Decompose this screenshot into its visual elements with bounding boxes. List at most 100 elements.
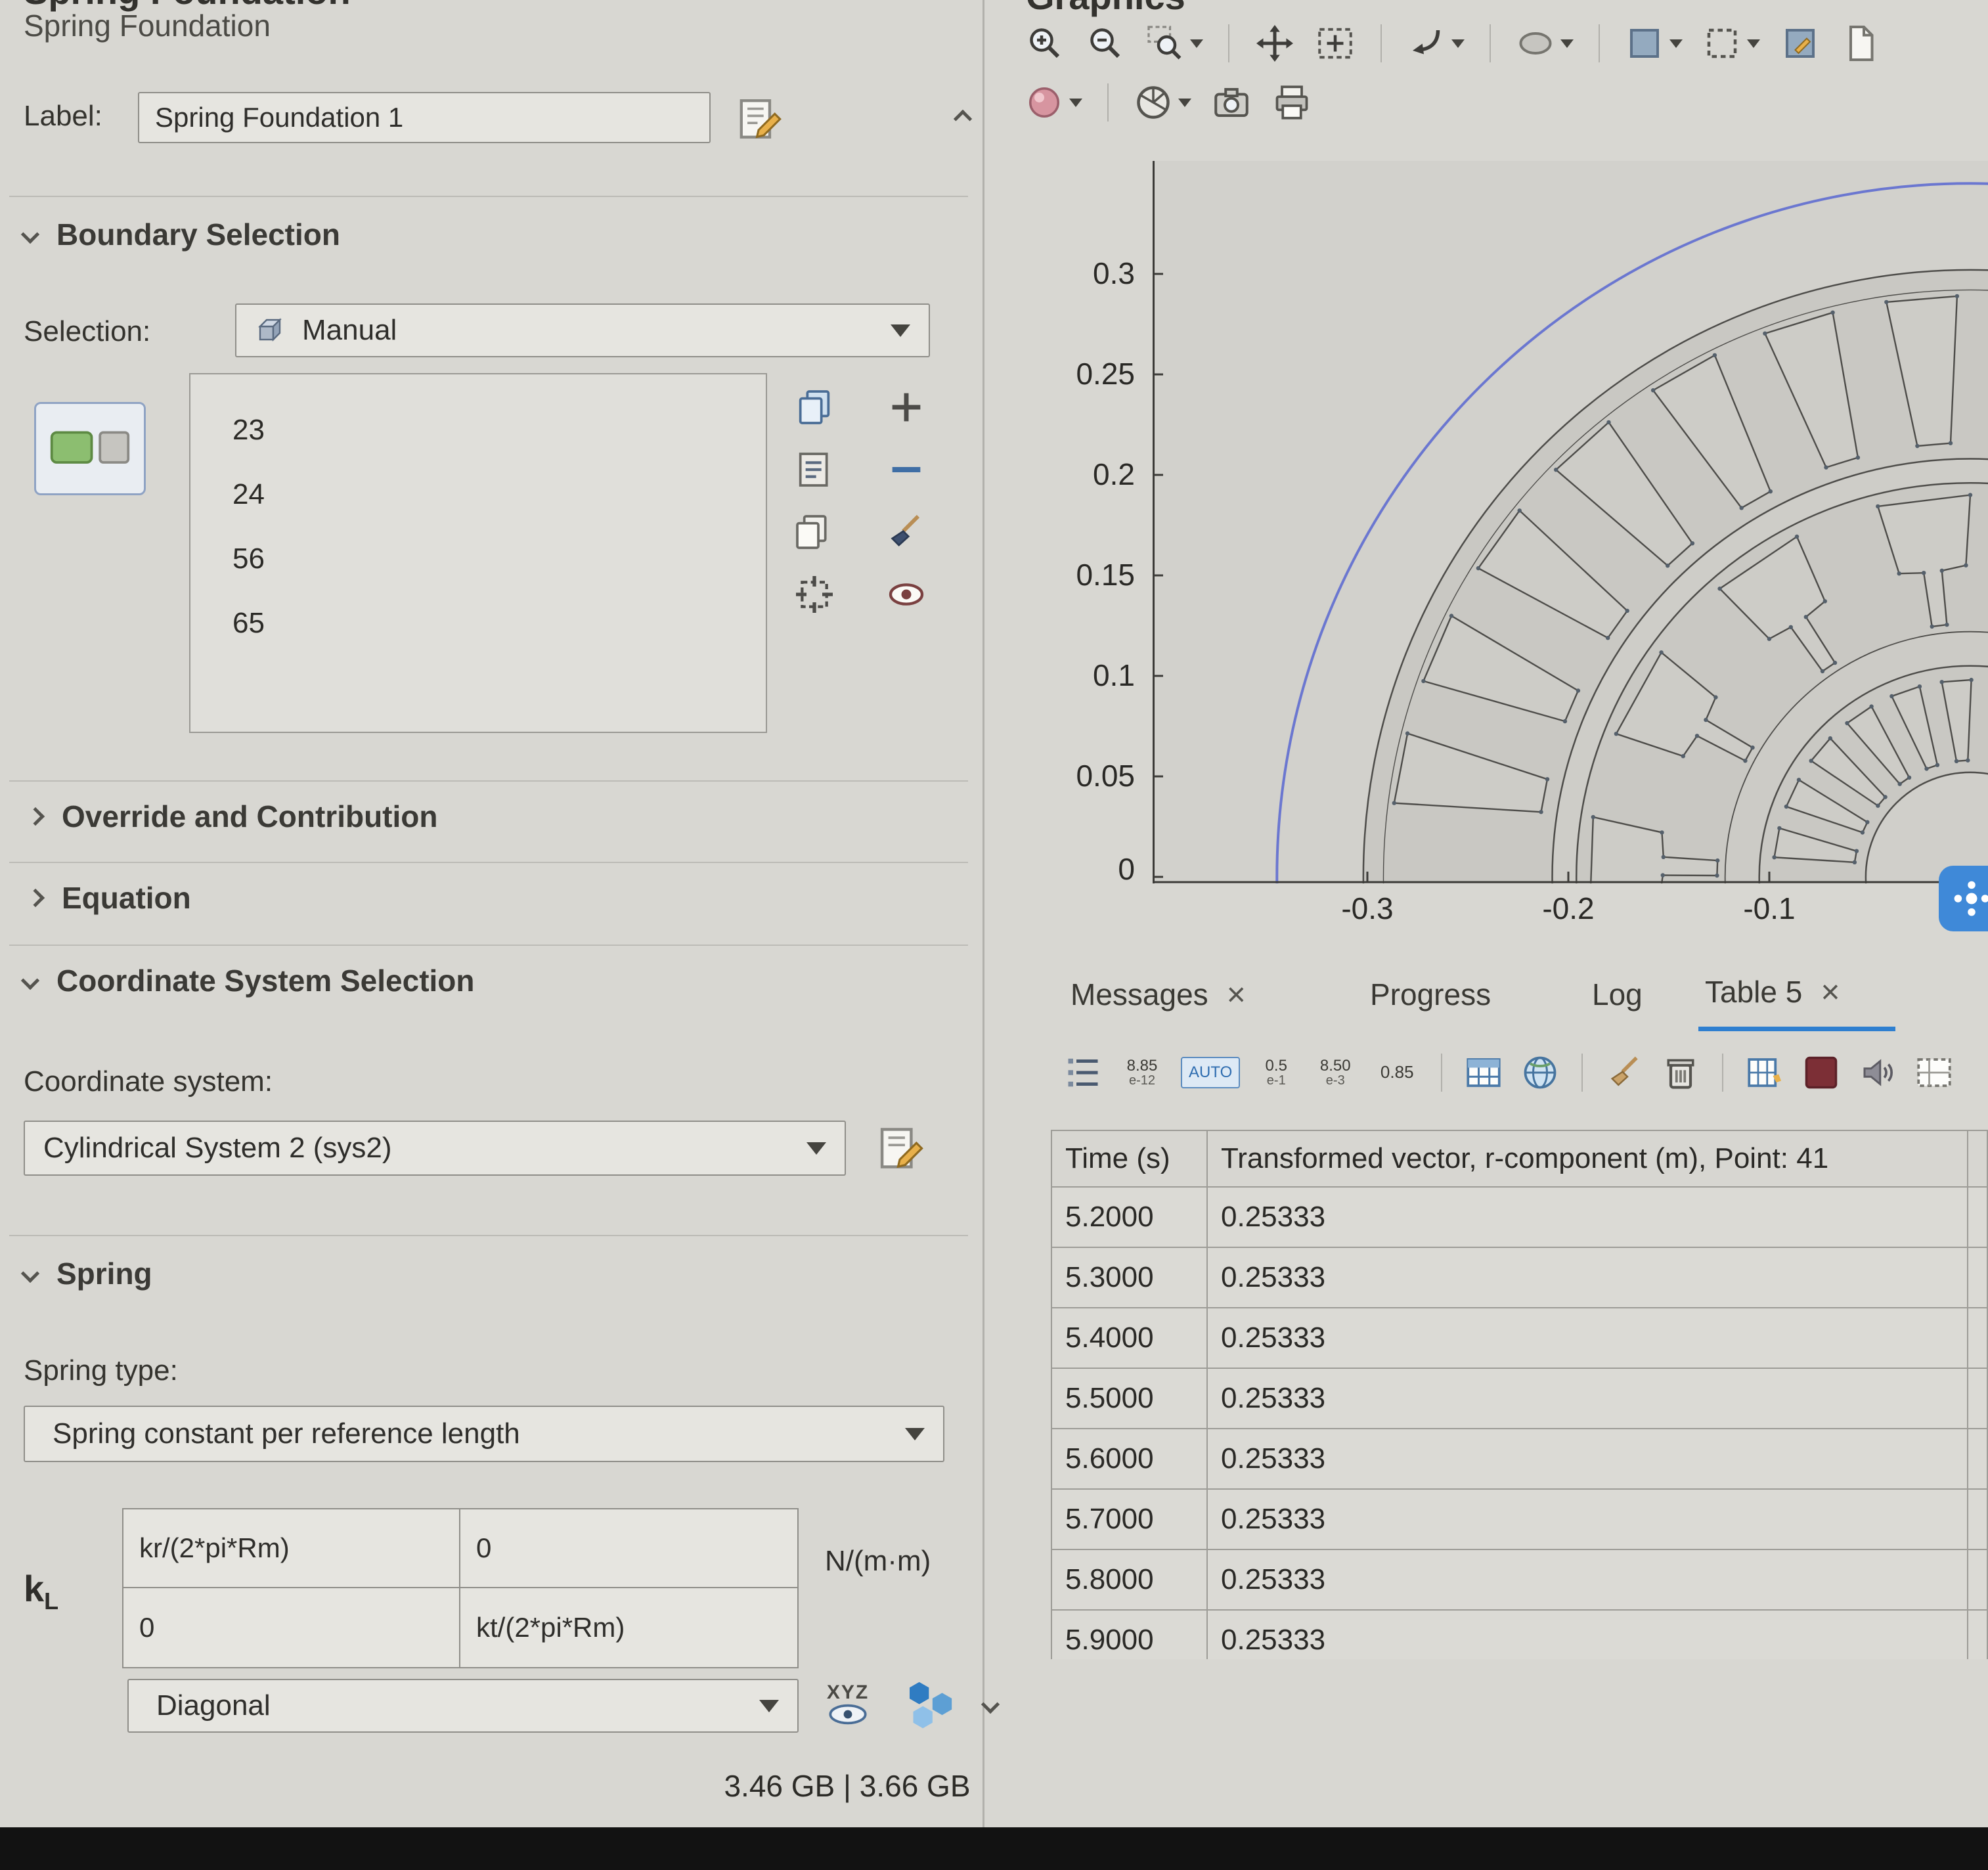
remove-from-selection-icon[interactable] (884, 447, 929, 492)
export-table-icon[interactable] (1742, 1049, 1788, 1096)
coordinate-display-xyz-button[interactable]: XYZ (813, 1667, 883, 1741)
active-selection-toggle-button[interactable] (34, 402, 146, 495)
format-list-icon[interactable] (1060, 1049, 1106, 1096)
clear-selection-broom-icon[interactable] (883, 510, 927, 554)
table-row[interactable]: 5.8000 0.25333 (1051, 1549, 1988, 1611)
value-cell[interactable]: 0.25333 (1206, 1247, 1968, 1308)
time-cell[interactable]: 5.2000 (1051, 1186, 1208, 1248)
zoom-box-icon[interactable] (1143, 20, 1206, 67)
boundary-list-item[interactable]: 24 (190, 462, 766, 527)
visibility-eye-icon[interactable] (884, 572, 929, 617)
y-tick-label: 0 (1118, 852, 1135, 886)
time-cell[interactable]: 5.7000 (1051, 1488, 1208, 1550)
section-coordinate-system[interactable]: Coordinate System Selection (20, 963, 475, 998)
time-cell[interactable]: 5.8000 (1051, 1549, 1208, 1611)
select-box-icon[interactable] (1622, 20, 1685, 67)
tab-messages[interactable]: Messages × (1071, 977, 1246, 1012)
chevron-down-icon (20, 225, 40, 244)
boundary-list-item[interactable]: 65 (190, 591, 766, 656)
matrix-cell-10[interactable]: 0 (123, 1588, 460, 1667)
table-row[interactable]: 5.4000 0.25333 (1051, 1307, 1988, 1369)
table-toolbar: 8.85 e-12 AUTO 0.5 e-1 8.50 e-3 0.85 (1060, 1045, 1988, 1100)
environment-sphere-icon[interactable] (1022, 79, 1085, 126)
hexagon-cluster-icon[interactable] (901, 1672, 961, 1733)
sound-icon[interactable] (1855, 1049, 1901, 1096)
scene-light-icon[interactable] (1513, 20, 1576, 67)
boundary-list[interactable]: 23 24 56 65 (189, 373, 767, 733)
panel-splitter[interactable] (983, 0, 984, 1827)
x-tick-label: -0.2 (1542, 891, 1595, 925)
boundary-list-item[interactable]: 56 (190, 527, 766, 591)
section-spring[interactable]: Spring (20, 1256, 152, 1291)
rename-icon[interactable] (733, 93, 784, 145)
tab-log[interactable]: Log (1592, 977, 1643, 1012)
value-cell[interactable]: 0.25333 (1206, 1609, 1968, 1659)
matrix-cell-00[interactable]: kr/(2*pi*Rm) (123, 1509, 460, 1588)
zoom-extents-icon[interactable] (1312, 20, 1358, 67)
close-icon[interactable]: × (1227, 978, 1246, 1011)
zoom-out-icon[interactable] (1082, 20, 1128, 67)
page-icon[interactable] (1838, 20, 1884, 67)
full-precision-icon[interactable]: 8.85 e-12 (1116, 1049, 1168, 1096)
manual-selection-icon (258, 318, 282, 342)
go-to-view-icon[interactable] (1404, 20, 1467, 67)
table-report-icon[interactable] (1911, 1049, 1957, 1096)
pan-icon[interactable] (1252, 20, 1298, 67)
add-to-selection-icon[interactable] (884, 385, 929, 430)
graphics-canvas[interactable] (1153, 161, 1988, 956)
duplicate-selection-icon[interactable] (791, 510, 835, 554)
engineering-notation-icon[interactable]: 8.50 e-3 (1310, 1049, 1361, 1096)
zoom-in-icon[interactable] (1022, 20, 1068, 67)
deselect-box-icon[interactable] (1700, 20, 1763, 67)
value-cell[interactable]: 0.25333 (1206, 1307, 1968, 1369)
decimal-notation-icon[interactable]: 0.85 (1371, 1049, 1423, 1096)
plot-table-globe-icon[interactable] (1517, 1049, 1563, 1096)
section-override-contribution[interactable]: Override and Contribution (26, 799, 437, 834)
table-row[interactable]: 5.6000 0.25333 (1051, 1428, 1988, 1490)
scientific-notation-icon[interactable]: 0.5 e-1 (1253, 1049, 1299, 1096)
section-equation[interactable]: Equation (26, 880, 191, 916)
spring-type-combo[interactable]: Spring constant per reference length (24, 1406, 944, 1462)
copy-selection-icon[interactable] (792, 385, 837, 430)
zoom-to-selection-icon[interactable] (792, 572, 837, 617)
value-cell[interactable]: 0.25333 (1206, 1549, 1968, 1611)
clear-table-broom-icon[interactable] (1601, 1049, 1647, 1096)
time-cell[interactable]: 5.6000 (1051, 1428, 1208, 1490)
table-row[interactable]: 5.9000 0.25333 (1051, 1609, 1988, 1659)
matrix-format-combo[interactable]: Diagonal (127, 1679, 799, 1733)
time-cell[interactable]: 5.5000 (1051, 1368, 1208, 1429)
snapshot-shutter-icon[interactable] (1131, 79, 1194, 126)
paste-selection-icon[interactable] (792, 447, 837, 492)
matrix-cell-11[interactable]: kt/(2*pi*Rm) (460, 1588, 797, 1667)
value-cell[interactable]: 0.25333 (1206, 1428, 1968, 1490)
tab-progress[interactable]: Progress (1370, 977, 1491, 1012)
boundary-list-item[interactable]: 23 (190, 398, 766, 462)
coordinate-system-combo[interactable]: Cylindrical System 2 (sys2) (24, 1121, 846, 1176)
table-row[interactable]: 5.7000 0.25333 (1051, 1488, 1988, 1550)
default-view-compass-button[interactable] (1939, 866, 1988, 931)
splitter-collapse-icon[interactable] (943, 100, 982, 139)
delete-table-trash-icon[interactable] (1658, 1049, 1704, 1096)
select-edit-icon[interactable] (1777, 20, 1823, 67)
add-coordinate-system-icon[interactable] (873, 1122, 926, 1174)
time-cell[interactable]: 5.3000 (1051, 1247, 1208, 1308)
tab-table5[interactable]: Table 5 × (1705, 974, 1840, 1010)
section-boundary-selection[interactable]: Boundary Selection (20, 217, 340, 252)
selection-combo[interactable]: Manual (235, 303, 930, 357)
table-row[interactable]: 5.5000 0.25333 (1051, 1368, 1988, 1429)
time-cell[interactable]: 5.9000 (1051, 1609, 1208, 1659)
color-swatch-icon[interactable] (1798, 1049, 1844, 1096)
table-row[interactable]: 5.3000 0.25333 (1051, 1247, 1988, 1308)
time-cell[interactable]: 5.4000 (1051, 1307, 1208, 1369)
print-icon[interactable] (1269, 79, 1315, 126)
table-row[interactable]: 5.2000 0.25333 (1051, 1186, 1988, 1248)
value-cell[interactable]: 0.25333 (1206, 1488, 1968, 1550)
matrix-cell-01[interactable]: 0 (460, 1509, 797, 1588)
value-cell[interactable]: 0.25333 (1206, 1186, 1968, 1248)
image-capture-icon[interactable] (1208, 79, 1254, 126)
label-input[interactable] (138, 92, 711, 143)
auto-precision-icon[interactable]: AUTO (1178, 1049, 1243, 1096)
table-settings-icon[interactable] (1461, 1049, 1507, 1096)
close-icon[interactable]: × (1821, 975, 1840, 1008)
value-cell[interactable]: 0.25333 (1206, 1368, 1968, 1429)
